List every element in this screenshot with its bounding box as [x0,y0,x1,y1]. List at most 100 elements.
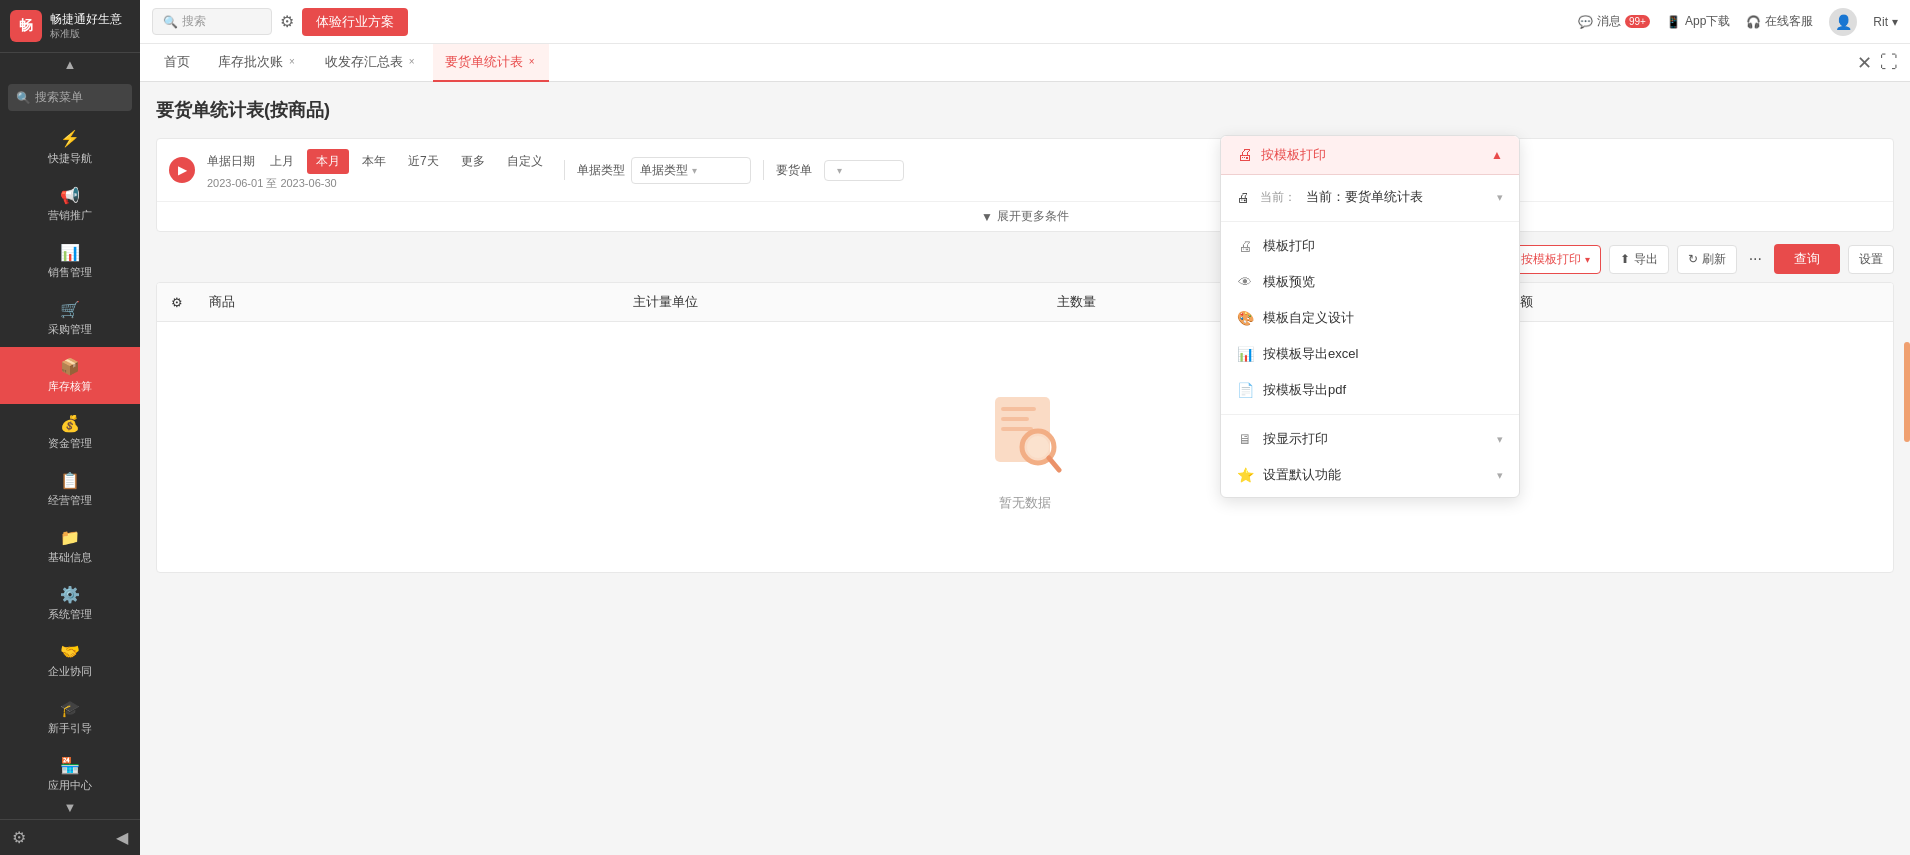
sidebar-item-shortcut[interactable]: ⚡ 快捷导航 [0,119,140,176]
user-avatar[interactable]: 👤 [1829,8,1857,36]
topbar-search[interactable]: 🔍 搜索 [152,8,272,35]
tab-close-all-icon[interactable]: ✕ [1857,52,1872,74]
export-icon: ⬆ [1620,252,1630,266]
close-tab-order-stats[interactable]: × [527,55,537,68]
refresh-icon: ↻ [1688,252,1698,266]
page-content: 要货单统计表(按商品) ▶ 单据日期 上月 本月 本年 近7天 更多 自定义 [140,82,1910,855]
appstore-icon: 🏪 [60,756,80,775]
dropdown-current-item[interactable]: 🖨 当前： 当前：要货单统计表 ▾ [1221,179,1519,215]
date-btn-prev-month[interactable]: 上月 [261,149,303,174]
current-label: 当前： [1260,189,1296,206]
date-label: 单据日期 [207,153,255,170]
sidebar-item-newguide[interactable]: 🎓 新手引导 [0,689,140,746]
filter-bar: ▶ 单据日期 上月 本月 本年 近7天 更多 自定义 2023-06-0 [156,138,1894,232]
finance-icon: 💰 [60,414,80,433]
marketing-icon: 📢 [60,186,80,205]
tab-inventory-batch[interactable]: 库存批次账 × [206,44,309,82]
sidebar-item-purchase[interactable]: 🛒 采购管理 [0,290,140,347]
search-icon: 🔍 [16,91,31,105]
data-table: ⚙ 商品 主计量单位 主数量 零售金额 [156,282,1894,573]
query-btn[interactable]: 查询 [1774,244,1840,274]
order-goods-select[interactable]: ▾ [824,160,904,181]
sidebar-item-basic[interactable]: 📁 基础信息 [0,518,140,575]
more-btn[interactable]: ··· [1745,246,1766,272]
template-custom-item-icon: 🎨 [1237,310,1253,326]
dropdown-item-template-custom[interactable]: 🎨 模板自定义设计 [1221,300,1519,336]
dropdown-item-template-print[interactable]: 🖨 模板打印 [1221,228,1519,264]
dropdown-item-template-preview[interactable]: 👁 模板预览 [1221,264,1519,300]
doc-type-select[interactable]: 单据类型 ▾ [631,157,751,184]
tab-order-stats[interactable]: 要货单统计表 × [433,44,549,82]
main-area: 🔍 搜索 ⚙ 体验行业方案 💬 消息 99+ 📱 App下载 🎧 在线客服 👤 [140,0,1910,855]
topbar: 🔍 搜索 ⚙ 体验行业方案 💬 消息 99+ 📱 App下载 🎧 在线客服 👤 [140,0,1910,44]
inventory-icon: 📦 [60,357,80,376]
filter-divider-2 [763,160,764,180]
dropdown-section-items: 🖨 模板打印 👁 模板预览 🎨 模板自定义设计 📊 按模板导出excel 📄 按… [1221,224,1519,412]
col-product: 商品 [197,293,621,311]
expand-more-btn[interactable]: ▼ 展开更多条件 [157,201,1893,231]
trial-btn[interactable]: 体验行业方案 [302,8,408,36]
col-settings[interactable]: ⚙ [157,295,197,310]
topbar-settings-icon[interactable]: ⚙ [280,12,294,31]
date-btn-custom[interactable]: 自定义 [498,149,552,174]
filter-row: ▶ 单据日期 上月 本月 本年 近7天 更多 自定义 2023-06-0 [157,139,1893,201]
dropdown-item-export-excel[interactable]: 📊 按模板导出excel [1221,336,1519,372]
settings-footer-icon[interactable]: ⚙ [12,828,26,847]
date-btn-last-7days[interactable]: 近7天 [399,149,448,174]
current-item-chevron-icon: ▾ [1497,191,1503,204]
close-tab-inventory-batch[interactable]: × [287,55,297,68]
date-btn-this-year[interactable]: 本年 [353,149,395,174]
sidebar-item-inventory[interactable]: 📦 库存核算 [0,347,140,404]
sidebar-item-collab[interactable]: 🤝 企业协同 [0,632,140,689]
settings-btn[interactable]: 设置 [1848,245,1894,274]
order-goods-label: 要货单 [776,162,812,179]
user-name[interactable]: Rit ▾ [1873,15,1898,29]
sidebar: 畅 畅捷通好生意 标准版 ▲ 🔍 搜索菜单 ⚡ 快捷导航 📢 营销推广 📊 销售… [0,0,140,855]
sales-icon: 📊 [60,243,80,262]
template-print-item-icon: 🖨 [1237,238,1253,254]
expand-more-icon: ▼ [981,210,993,224]
message-item[interactable]: 💬 消息 99+ [1578,13,1650,30]
dropdown-section-current: 🖨 当前： 当前：要货单统计表 ▾ [1221,175,1519,219]
sidebar-item-marketing[interactable]: 📢 营销推广 [0,176,140,233]
refresh-btn[interactable]: ↻ 刷新 [1677,245,1737,274]
sidebar-item-system[interactable]: ⚙️ 系统管理 [0,575,140,632]
dropdown-divider-2 [1221,414,1519,415]
close-tab-collection-summary[interactable]: × [407,55,417,68]
online-service-item[interactable]: 🎧 在线客服 [1746,13,1813,30]
message-badge: 99+ [1625,15,1650,28]
shortcut-icon: ⚡ [60,129,80,148]
tab-expand-icon[interactable]: ⛶ [1880,52,1898,73]
dropdown-item-set-default[interactable]: ⭐ 设置默认功能 ▾ [1221,457,1519,493]
dropdown-item-display-print[interactable]: 🖥 按显示打印 ▾ [1221,421,1519,457]
app-download-item[interactable]: 📱 App下载 [1666,13,1730,30]
sidebar-search[interactable]: 🔍 搜索菜单 [8,84,132,111]
tab-home[interactable]: 首页 [152,44,202,82]
collapse-sidebar-icon[interactable]: ◀ [116,828,128,847]
sidebar-scroll-up[interactable]: ▲ [0,53,140,76]
filter-expand-btn[interactable]: ▶ [169,157,195,183]
dropdown-item-export-pdf[interactable]: 📄 按模板导出pdf [1221,372,1519,408]
basic-icon: 📁 [60,528,80,547]
export-btn[interactable]: ⬆ 导出 [1609,245,1669,274]
sidebar-nav: 🔍 搜索菜单 ⚡ 快捷导航 📢 营销推广 📊 销售管理 🛒 采购管理 📦 库存核… [0,76,140,796]
logo-icon: 畅 [10,10,42,42]
sidebar-logo: 畅 畅捷通好生意 标准版 [0,0,140,53]
date-btn-current-month[interactable]: 本月 [307,149,349,174]
topbar-search-icon: 🔍 [163,15,178,29]
tab-collection-summary[interactable]: 收发存汇总表 × [313,44,429,82]
sidebar-scroll-down[interactable]: ▼ [0,796,140,819]
sidebar-item-appstore[interactable]: 🏪 应用中心 [0,746,140,796]
dropdown-close-chevron[interactable]: ▲ [1491,148,1503,162]
page-title: 要货单统计表(按商品) [156,98,1894,122]
user-chevron-icon: ▾ [1892,15,1898,29]
date-btn-more[interactable]: 更多 [452,149,494,174]
template-preview-item-icon: 👁 [1237,274,1253,290]
sidebar-item-sales[interactable]: 📊 销售管理 [0,233,140,290]
sidebar-item-finance[interactable]: 💰 资金管理 [0,404,140,461]
col-retail-amount: 零售金额 [1469,293,1893,311]
scroll-indicator[interactable] [1904,342,1910,442]
dropdown-section-display: 🖥 按显示打印 ▾ ⭐ 设置默认功能 ▾ [1221,417,1519,497]
sidebar-item-operation[interactable]: 📋 经营管理 [0,461,140,518]
svg-point-5 [1027,436,1049,458]
